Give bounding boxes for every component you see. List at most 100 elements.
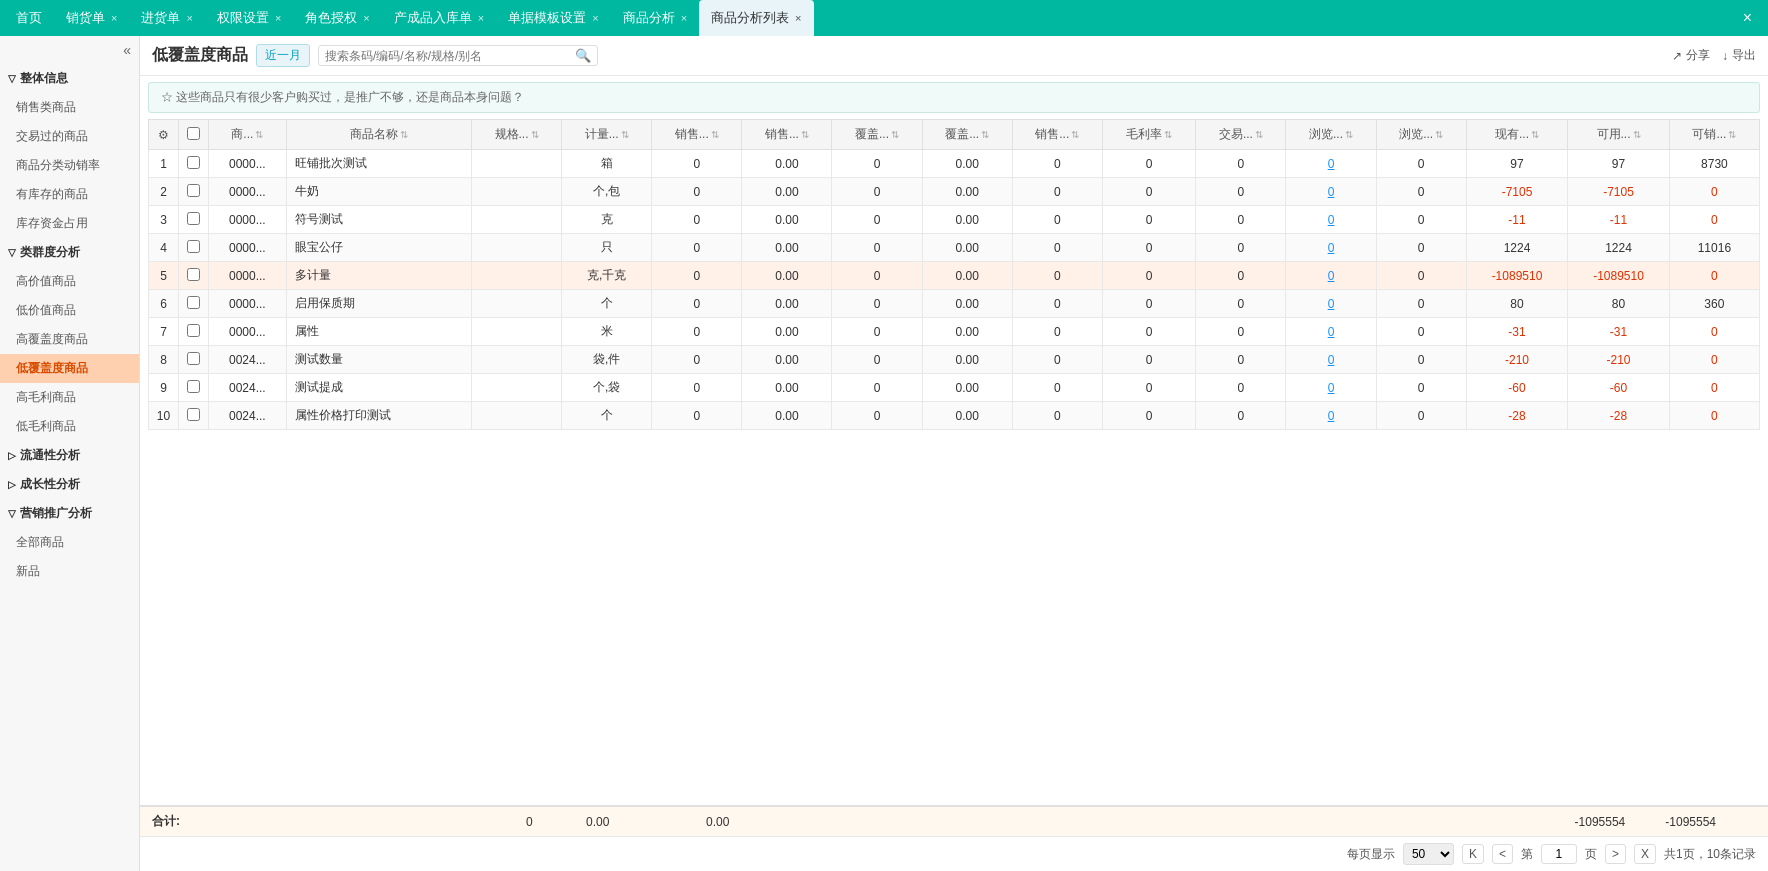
nav-close-finished-goods[interactable]: × (478, 12, 484, 24)
search-icon[interactable]: 🔍 (575, 48, 591, 63)
page-title: 低覆盖度商品 (152, 45, 248, 66)
last-page-button[interactable]: X (1634, 844, 1656, 864)
th-transaction[interactable]: 交易...⇅ (1196, 120, 1286, 150)
td-checkbox[interactable] (179, 262, 209, 290)
sidebar-collapse-button[interactable]: « (0, 36, 139, 64)
sidebar-item-low-value[interactable]: 低价值商品 (0, 296, 139, 325)
sidebar-section-marketing[interactable]: ▽ 营销推广分析 (0, 499, 139, 528)
row-checkbox[interactable] (187, 212, 200, 225)
sidebar-section-growth[interactable]: ▷ 成长性分析 (0, 470, 139, 499)
nav-item-purchase[interactable]: 进货单 × (129, 0, 204, 36)
sidebar-item-low-coverage[interactable]: 低覆盖度商品 (0, 354, 139, 383)
td-browse1[interactable]: 0 (1286, 262, 1376, 290)
sidebar-section-overall[interactable]: ▽ 整体信息 (0, 64, 139, 93)
nav-close-purchase[interactable]: × (186, 12, 192, 24)
sidebar-item-stock-capital[interactable]: 库存资金占用 (0, 209, 139, 238)
td-checkbox[interactable] (179, 346, 209, 374)
sidebar-section-flow[interactable]: ▷ 流通性分析 (0, 441, 139, 470)
nav-item-product-analysis[interactable]: 商品分析 × (611, 0, 699, 36)
th-browse1[interactable]: 浏览...⇅ (1286, 120, 1376, 150)
th-checkbox[interactable] (179, 120, 209, 150)
th-coverage2[interactable]: 覆盖...⇅ (922, 120, 1012, 150)
td-checkbox[interactable] (179, 402, 209, 430)
row-checkbox[interactable] (187, 380, 200, 393)
page-input[interactable] (1541, 844, 1577, 864)
nav-item-roles[interactable]: 角色授权 × (293, 0, 381, 36)
nav-close-product-analysis[interactable]: × (681, 12, 687, 24)
row-checkbox[interactable] (187, 156, 200, 169)
th-sales-qty[interactable]: 销售...⇅ (652, 120, 742, 150)
td-checkbox[interactable] (179, 206, 209, 234)
nav-item-finished-goods[interactable]: 产成品入库单 × (382, 0, 496, 36)
sidebar-item-high-coverage[interactable]: 高覆盖度商品 (0, 325, 139, 354)
td-checkbox[interactable] (179, 318, 209, 346)
td-browse1[interactable]: 0 (1286, 402, 1376, 430)
sidebar-item-high-value[interactable]: 高价值商品 (0, 267, 139, 296)
next-page-button[interactable]: > (1605, 844, 1626, 864)
row-checkbox[interactable] (187, 184, 200, 197)
th-settings[interactable]: ⚙ (149, 120, 179, 150)
td-checkbox[interactable] (179, 150, 209, 178)
th-available[interactable]: 可用...⇅ (1568, 120, 1670, 150)
sidebar-item-low-margin[interactable]: 低毛利商品 (0, 412, 139, 441)
export-button[interactable]: ↓ 导出 (1722, 47, 1756, 64)
per-page-select[interactable]: 50 100 200 (1403, 843, 1454, 865)
sidebar-item-traded-goods[interactable]: 交易过的商品 (0, 122, 139, 151)
nav-close-analysis-list[interactable]: × (795, 12, 801, 24)
nav-close-sales[interactable]: × (111, 12, 117, 24)
td-checkbox[interactable] (179, 234, 209, 262)
row-checkbox[interactable] (187, 268, 200, 281)
nav-item-sales[interactable]: 销货单 × (54, 0, 129, 36)
row-checkbox[interactable] (187, 324, 200, 337)
td-browse1[interactable]: 0 (1286, 374, 1376, 402)
select-all-checkbox[interactable] (187, 127, 200, 140)
nav-item-permissions[interactable]: 权限设置 × (205, 0, 293, 36)
row-checkbox[interactable] (187, 296, 200, 309)
prev-page-button[interactable]: < (1492, 844, 1513, 864)
th-saleable[interactable]: 可销...⇅ (1669, 120, 1759, 150)
first-page-button[interactable]: K (1462, 844, 1484, 864)
window-close-button[interactable]: × (1731, 9, 1764, 27)
th-name[interactable]: 商品名称⇅ (286, 120, 471, 150)
share-button[interactable]: ↗ 分享 (1672, 47, 1710, 64)
td-browse1[interactable]: 0 (1286, 318, 1376, 346)
th-sales3[interactable]: 销售...⇅ (1012, 120, 1102, 150)
nav-item-analysis-list[interactable]: 商品分析列表 × (699, 0, 813, 36)
search-input[interactable] (325, 49, 575, 63)
sidebar-item-sales-goods[interactable]: 销售类商品 (0, 93, 139, 122)
row-checkbox[interactable] (187, 240, 200, 253)
sidebar-item-category-turnover[interactable]: 商品分类动销率 (0, 151, 139, 180)
th-gross[interactable]: 毛利率⇅ (1102, 120, 1196, 150)
th-spec[interactable]: 规格...⇅ (471, 120, 561, 150)
table-wrapper[interactable]: ⚙ 商...⇅ 商品名称⇅ 规格...⇅ 计量...⇅ 销售...⇅ 销售...… (140, 119, 1768, 805)
sidebar-item-all-goods[interactable]: 全部商品 (0, 528, 139, 557)
period-button[interactable]: 近一月 (256, 44, 310, 67)
sidebar-item-high-margin[interactable]: 高毛利商品 (0, 383, 139, 412)
td-browse1[interactable]: 0 (1286, 290, 1376, 318)
th-sales-amt[interactable]: 销售...⇅ (742, 120, 832, 150)
td-browse1[interactable]: 0 (1286, 346, 1376, 374)
th-code[interactable]: 商...⇅ (209, 120, 287, 150)
th-browse2[interactable]: 浏览...⇅ (1376, 120, 1466, 150)
td-browse1[interactable]: 0 (1286, 234, 1376, 262)
td-browse1[interactable]: 0 (1286, 150, 1376, 178)
sidebar-section-diversity[interactable]: ▽ 类群度分析 (0, 238, 139, 267)
td-browse1[interactable]: 0 (1286, 178, 1376, 206)
th-unit[interactable]: 计量...⇅ (562, 120, 652, 150)
th-current-stock[interactable]: 现有...⇅ (1466, 120, 1568, 150)
nav-close-template-settings[interactable]: × (592, 12, 598, 24)
sidebar-item-in-stock[interactable]: 有库存的商品 (0, 180, 139, 209)
sidebar-item-new-products[interactable]: 新品 (0, 557, 139, 586)
th-coverage1[interactable]: 覆盖...⇅ (832, 120, 922, 150)
td-checkbox[interactable] (179, 374, 209, 402)
nav-close-permissions[interactable]: × (275, 12, 281, 24)
td-checkbox[interactable] (179, 290, 209, 318)
td-browse1[interactable]: 0 (1286, 206, 1376, 234)
row-checkbox[interactable] (187, 408, 200, 421)
row-checkbox[interactable] (187, 352, 200, 365)
nav-item-template-settings[interactable]: 单据模板设置 × (496, 0, 610, 36)
nav-close-roles[interactable]: × (363, 12, 369, 24)
td-checkbox[interactable] (179, 178, 209, 206)
td-gross: 0 (1102, 346, 1196, 374)
nav-item-home[interactable]: 首页 (4, 0, 54, 36)
